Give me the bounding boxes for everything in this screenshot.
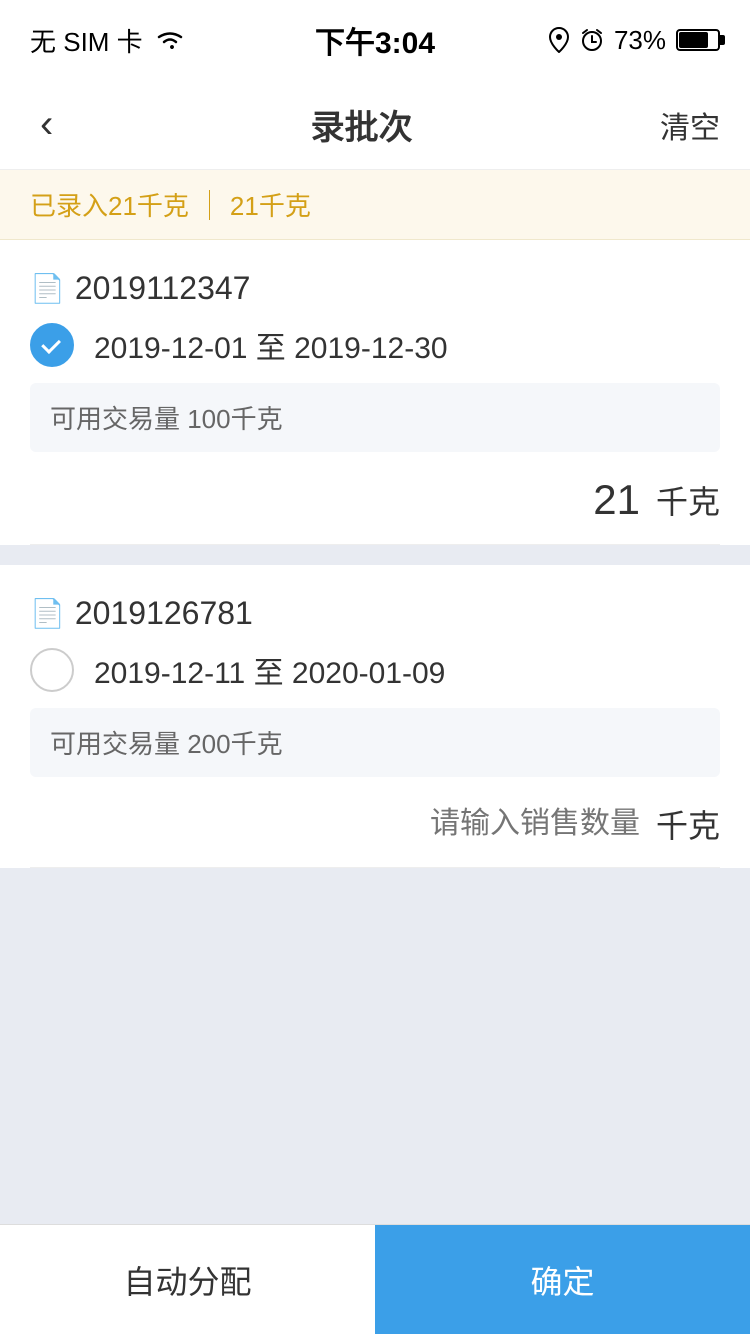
item-1-doc-icon: 📄: [30, 272, 65, 305]
alarm-icon: [580, 27, 604, 53]
status-time: 下午3:04: [315, 18, 435, 62]
item-1-id: 2019112347: [75, 270, 251, 307]
item-1-amount-row: 21 千克: [30, 452, 720, 545]
item-1-amount: 21: [593, 476, 640, 524]
bottom-bar: 自动分配 确定: [0, 1224, 750, 1334]
quantity-input[interactable]: [254, 807, 640, 841]
item-2-unit: 千克: [656, 801, 720, 847]
status-right: 73%: [548, 25, 720, 56]
recorded-value: 21千克: [230, 186, 311, 223]
item-1-unit: 千克: [656, 477, 720, 523]
status-left: 无 SIM 卡: [30, 22, 185, 59]
item-2-avail: 可用交易量 200千克: [30, 708, 720, 777]
status-bar: 无 SIM 卡 下午3:04 73%: [0, 0, 750, 80]
main-content: 📄 2019112347 2019-12-01 至 2019-12-30 可用交…: [0, 240, 750, 1298]
battery-text: 73%: [614, 25, 666, 56]
carrier-text: 无 SIM 卡: [30, 22, 143, 59]
item-2-date: 2019-12-11 至 2020-01-09: [94, 648, 445, 692]
item-2-radio[interactable]: [30, 648, 74, 692]
item-2-header: 📄 2019126781: [30, 595, 720, 632]
auto-distribute-button[interactable]: 自动分配: [0, 1225, 375, 1334]
already-recorded-label: 已录入21千克: [30, 186, 189, 223]
item-card-2: 📄 2019126781 2019-12-11 至 2020-01-09 可用交…: [0, 565, 750, 868]
item-1-avail: 可用交易量 100千克: [30, 383, 720, 452]
nav-bar: ‹ 录批次 清空: [0, 80, 750, 170]
clear-button[interactable]: 清空: [660, 103, 720, 147]
item-1-date-row[interactable]: 2019-12-01 至 2019-12-30: [30, 323, 720, 367]
item-2-id: 2019126781: [75, 595, 253, 632]
item-1-date: 2019-12-01 至 2019-12-30: [94, 323, 448, 367]
info-divider: [209, 190, 210, 220]
item-2-date-row[interactable]: 2019-12-11 至 2020-01-09: [30, 648, 720, 692]
location-icon: [548, 27, 570, 53]
info-banner: 已录入21千克 21千克: [0, 170, 750, 240]
item-card-1: 📄 2019112347 2019-12-01 至 2019-12-30 可用交…: [0, 240, 750, 545]
item-2-doc-icon: 📄: [30, 597, 65, 630]
confirm-button[interactable]: 确定: [375, 1225, 750, 1334]
card-separator: [0, 545, 750, 565]
item-2-input-row[interactable]: 千克: [30, 777, 720, 868]
page-title: 录批次: [311, 100, 413, 149]
item-1-header: 📄 2019112347: [30, 270, 720, 307]
battery-icon: [676, 29, 720, 51]
item-1-radio[interactable]: [30, 323, 74, 367]
back-button[interactable]: ‹: [30, 92, 63, 157]
wifi-icon: [155, 29, 185, 51]
